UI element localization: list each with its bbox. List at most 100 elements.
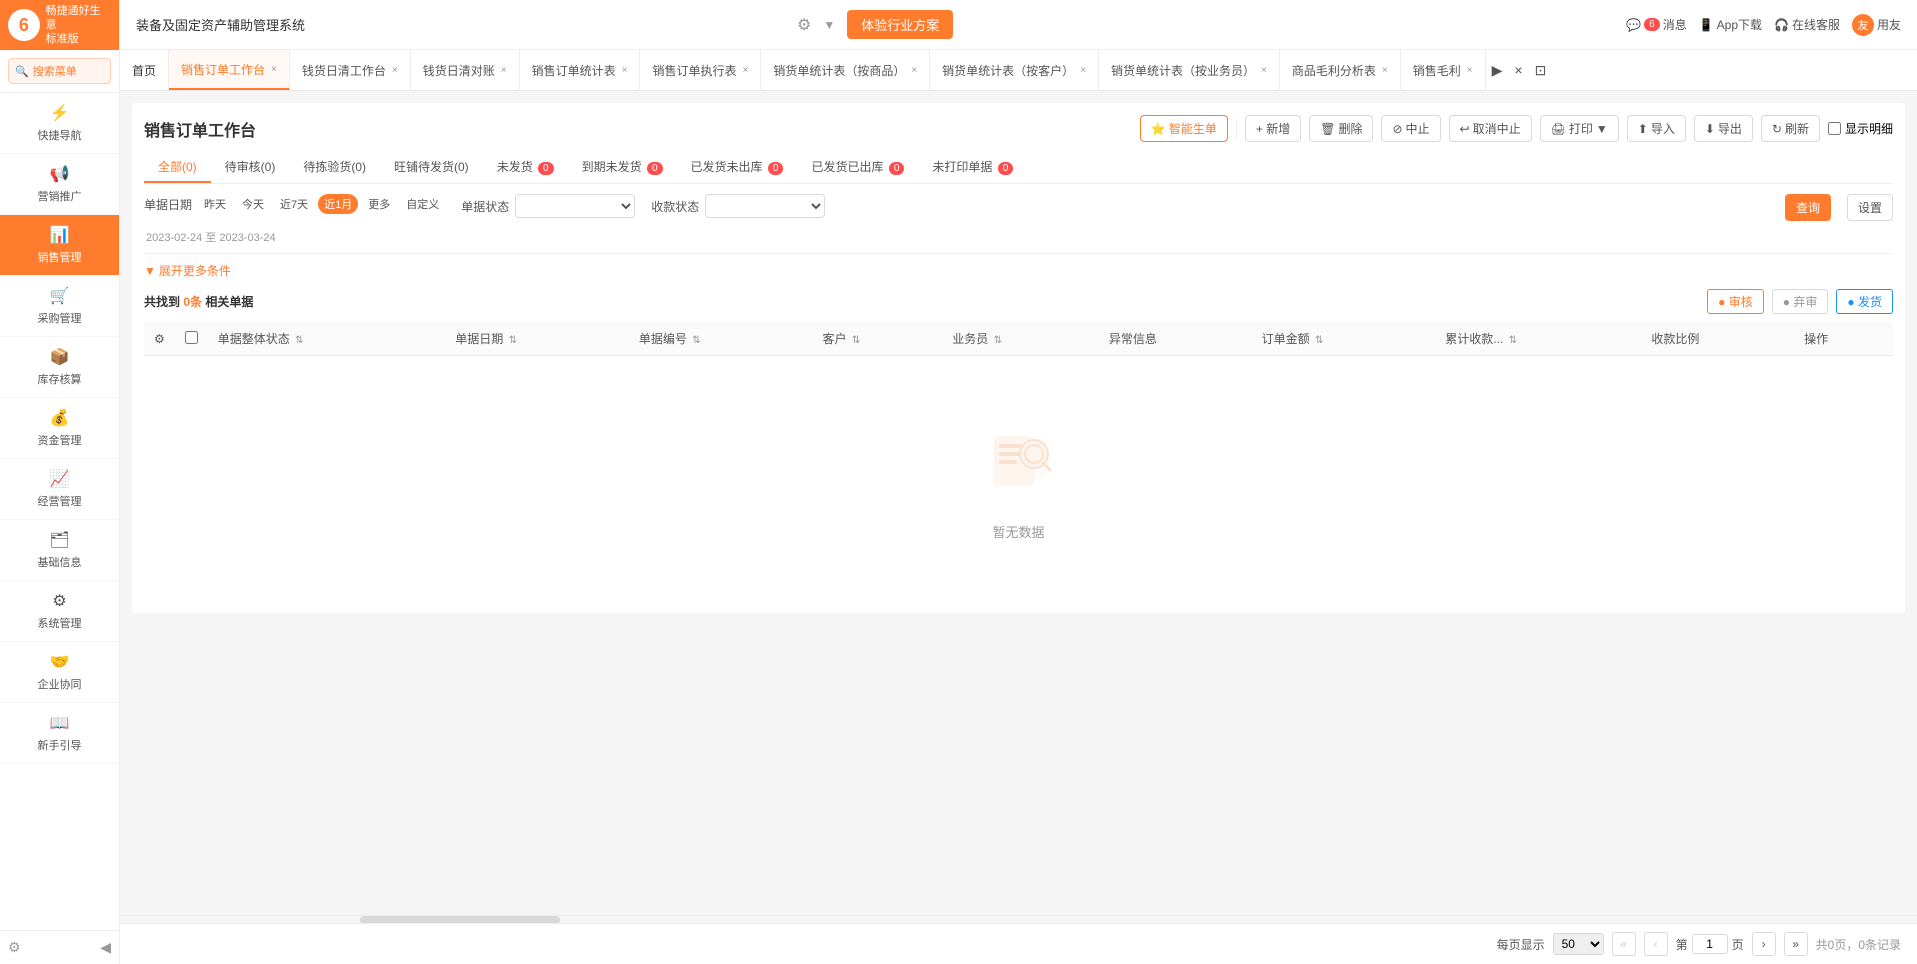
col-overall-status[interactable]: 单据整体状态 ⇅	[208, 322, 446, 356]
tab-sales-customer[interactable]: 销货单统计表（按客户） ×	[930, 50, 1099, 90]
message-button[interactable]: 💬 6 消息	[1626, 16, 1687, 33]
sidebar-bottom: ⚙ ◀	[0, 930, 119, 964]
col-setting[interactable]: ⚙	[144, 322, 175, 356]
sidebar-item-inventory[interactable]: 📦 库存核算	[0, 337, 119, 398]
date-custom-btn[interactable]: 自定义	[400, 194, 445, 214]
date-7days-btn[interactable]: 近7天	[274, 194, 314, 214]
receipt-filter-select[interactable]	[705, 194, 825, 218]
sub-tab-all[interactable]: 全部(0)	[144, 152, 211, 183]
tab-close-icon[interactable]: ×	[1382, 65, 1388, 76]
date-1month-btn[interactable]: 近1月	[318, 194, 358, 214]
sidebar-item-basic-info[interactable]: 🗂 基础信息	[0, 520, 119, 581]
tab-close-icon[interactable]: ×	[911, 65, 917, 76]
date-yesterday-btn[interactable]: 昨天	[198, 194, 232, 214]
search-menu-button[interactable]: 🔍 搜索菜单	[8, 58, 111, 84]
tab-scroll-right-btn[interactable]: ▶	[1486, 50, 1509, 90]
first-page-btn[interactable]: «	[1612, 932, 1636, 956]
col-amount[interactable]: 订单金额 ⇅	[1252, 322, 1436, 356]
sub-tab-pending-review[interactable]: 待审核(0)	[211, 152, 290, 183]
sidebar-item-guide[interactable]: 📖 新手引导	[0, 703, 119, 764]
tab-home[interactable]: 首页	[120, 50, 169, 90]
settings-filter-button[interactable]: 设置	[1847, 194, 1893, 221]
show-detail-label[interactable]: 显示明细	[1828, 120, 1893, 137]
smart-generate-button[interactable]: ⭐ 智能生单	[1140, 115, 1228, 142]
sidebar-item-cooperation[interactable]: 🤝 企业协同	[0, 642, 119, 703]
sidebar-item-sales[interactable]: 📊 销售管理	[0, 215, 119, 276]
tab-gross-profit[interactable]: 商品毛利分析表 ×	[1280, 50, 1401, 90]
sidebar-item-finance[interactable]: 💰 资金管理	[0, 398, 119, 459]
print-button[interactable]: 🖨 打印 ▼	[1540, 115, 1619, 142]
import-button[interactable]: ⬆ 导入	[1627, 115, 1686, 142]
tab-close-icon[interactable]: ×	[1467, 65, 1473, 76]
tab-sales-workbench[interactable]: 销售订单工作台 ×	[169, 50, 290, 90]
tab-cash-reconcile[interactable]: 钱货日清对账 ×	[411, 50, 520, 90]
tab-sales-stat[interactable]: 销售订单统计表 ×	[520, 50, 641, 90]
sub-tab-label: 已发货已出库	[811, 160, 883, 174]
tab-close-icon[interactable]: ×	[742, 65, 748, 76]
sub-tab-shipped-not-warehoused[interactable]: 已发货未出库 0	[677, 152, 798, 183]
unsuspend-button[interactable]: ↩ 取消中止	[1449, 115, 1532, 142]
tab-sales-product[interactable]: 销货单统计表（按商品） ×	[761, 50, 930, 90]
sub-tab-shipped-warehoused[interactable]: 已发货已出库 0	[797, 152, 918, 183]
select-all-checkbox[interactable]	[185, 331, 198, 344]
sidebar-item-quick-nav[interactable]: ⚡ 快捷导航	[0, 93, 119, 154]
tab-close-icon[interactable]: ×	[501, 65, 507, 76]
tab-close-icon[interactable]: ×	[392, 65, 398, 76]
empty-state: 暂无数据	[144, 356, 1893, 601]
tab-close-icon[interactable]: ×	[622, 65, 628, 76]
tab-close-icon[interactable]: ×	[271, 64, 277, 75]
tab-expand-btn[interactable]: ⊡	[1529, 50, 1553, 90]
ship-btn[interactable]: ● 发货	[1836, 289, 1893, 314]
page-input[interactable]	[1692, 934, 1728, 954]
tab-sales-exec[interactable]: 销售订单执行表 ×	[640, 50, 761, 90]
col-checkbox[interactable]	[175, 322, 208, 356]
unreviewed-btn[interactable]: ● 弃审	[1772, 289, 1829, 314]
prev-page-btn[interactable]: ‹	[1644, 932, 1668, 956]
col-number[interactable]: 单据编号 ⇅	[629, 322, 813, 356]
refresh-button[interactable]: ↻ 刷新	[1761, 115, 1820, 142]
settings-bottom-btn[interactable]: ⚙	[8, 939, 21, 956]
next-page-btn[interactable]: ›	[1752, 932, 1776, 956]
sub-tab-wangpu[interactable]: 旺铺待发货(0)	[380, 152, 483, 183]
add-button[interactable]: + 新增	[1245, 115, 1301, 142]
collapse-sidebar-btn[interactable]: ◀	[100, 939, 111, 956]
status-filter-select[interactable]	[515, 194, 635, 218]
dropdown-arrow-icon[interactable]: ▼	[823, 18, 835, 32]
settings-icon[interactable]: ⚙	[797, 15, 811, 35]
show-detail-checkbox[interactable]	[1828, 122, 1841, 135]
sub-tab-expired-not-shipped[interactable]: 到期未发货 0	[568, 152, 677, 183]
review-btn[interactable]: ● 审核	[1707, 289, 1764, 314]
query-button[interactable]: 查询	[1785, 194, 1831, 221]
export-button[interactable]: ⬇ 导出	[1694, 115, 1753, 142]
tab-close-icon[interactable]: ×	[1261, 65, 1267, 76]
sub-tab-not-printed[interactable]: 未打印单据 0	[918, 152, 1027, 183]
last-page-btn[interactable]: »	[1784, 932, 1808, 956]
col-collected[interactable]: 累计收款... ⇅	[1435, 322, 1641, 356]
online-service-button[interactable]: 🎧 在线客服	[1774, 16, 1840, 33]
date-today-btn[interactable]: 今天	[236, 194, 270, 214]
app-download-button[interactable]: 📱 App下载	[1699, 16, 1762, 33]
col-date[interactable]: 单据日期 ⇅	[445, 322, 629, 356]
per-page-select[interactable]: 10 20 50 100	[1553, 933, 1604, 955]
suspend-button[interactable]: ⊘ 中止	[1381, 115, 1440, 142]
sidebar-item-marketing[interactable]: 📢 营销推广	[0, 154, 119, 215]
date-more-btn[interactable]: 更多	[362, 194, 396, 214]
col-salesperson[interactable]: 业务员 ⇅	[942, 322, 1099, 356]
delete-button[interactable]: 🗑 删除	[1309, 115, 1373, 142]
sidebar-item-purchase[interactable]: 🛒 采购管理	[0, 276, 119, 337]
sidebar-item-system[interactable]: ⚙ 系统管理	[0, 581, 119, 642]
horizontal-scrollbar[interactable]	[120, 915, 1917, 923]
expand-conditions-btn[interactable]: ▼ 展开更多条件	[144, 262, 231, 279]
industry-solution-button[interactable]: 体验行业方案	[847, 10, 953, 39]
tab-close-icon[interactable]: ×	[1080, 65, 1086, 76]
tab-close-all-btn[interactable]: ×	[1508, 50, 1528, 90]
sidebar-item-operations[interactable]: 📈 经营管理	[0, 459, 119, 520]
sub-tab-pending-inspect[interactable]: 待拣验货(0)	[289, 152, 380, 183]
tab-sales-staff[interactable]: 销货单统计表（按业务员） ×	[1099, 50, 1280, 90]
tab-sales-profit[interactable]: 销售毛利 ×	[1401, 50, 1486, 90]
col-customer[interactable]: 客户 ⇅	[813, 322, 943, 356]
tab-cash-daily[interactable]: 钱货日清工作台 ×	[290, 50, 411, 90]
sub-tab-not-shipped[interactable]: 未发货 0	[483, 152, 568, 183]
system-icon: ⚙	[52, 591, 66, 611]
user-profile-button[interactable]: 友 用友	[1852, 14, 1901, 36]
